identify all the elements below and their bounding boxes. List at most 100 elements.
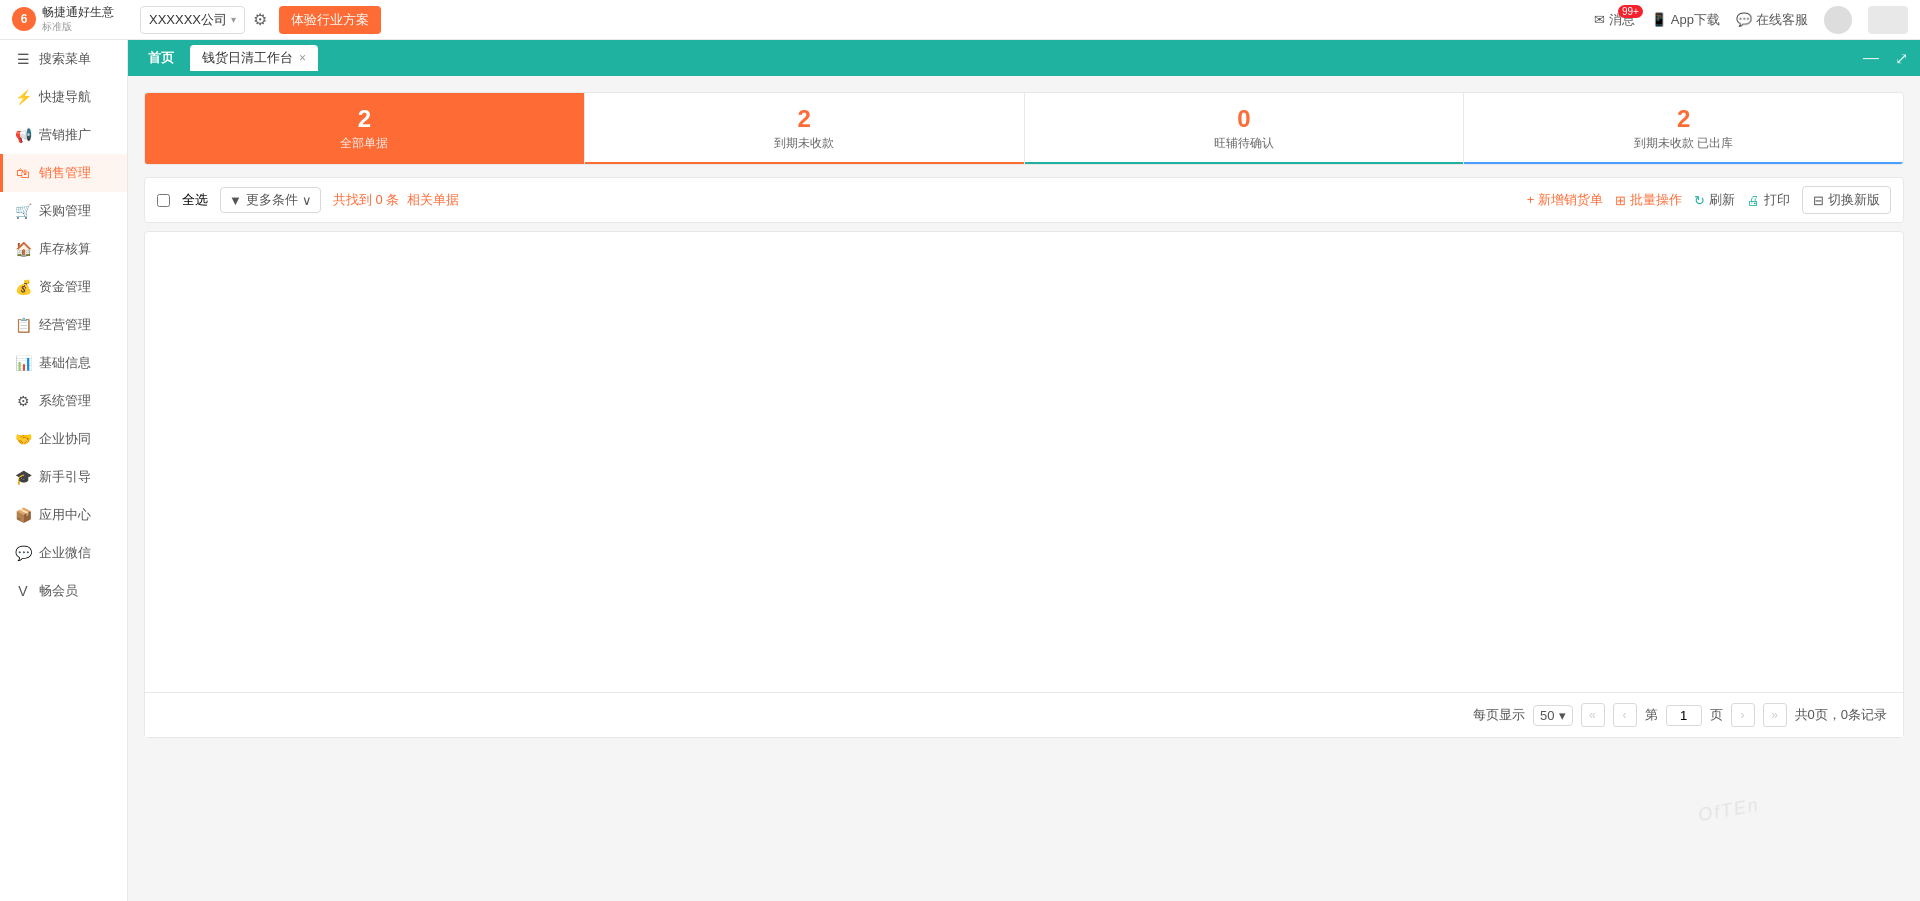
summary-cards: 2 全部单据 2 到期未收款 0 旺辅待确认 2 到期未收款 已出库: [144, 92, 1904, 165]
sidebar-item-14[interactable]: V 畅会员: [0, 572, 127, 610]
sidebar-icon-5: 🏠: [15, 241, 31, 257]
sidebar-item-7[interactable]: 📋 经营管理: [0, 306, 127, 344]
app-header: 6 畅捷通好生意 标准版 XXXXXX公司 ▾ ⚙ 体验行业方案 ✉ 消息 99…: [0, 0, 1920, 40]
sidebar-icon-10: 🤝: [15, 431, 31, 447]
card-count-3: 2: [1484, 105, 1883, 133]
sidebar-icon-3: 🛍: [15, 165, 31, 181]
summary-card-2[interactable]: 0 旺辅待确认: [1025, 93, 1465, 164]
sidebar-label-11: 新手引导: [39, 468, 91, 486]
card-count-1: 2: [605, 105, 1004, 133]
page-size-value: 50: [1540, 708, 1554, 723]
batch-icon: ⊞: [1615, 193, 1626, 208]
sidebar-item-13[interactable]: 💬 企业微信: [0, 534, 127, 572]
sidebar: ☰ 搜索菜单 ⚡ 快捷导航 📢 营销推广 🛍 销售管理 🛒 采购管理 🏠 库存核…: [0, 40, 128, 901]
sidebar-icon-8: 📊: [15, 355, 31, 371]
sidebar-icon-7: 📋: [15, 317, 31, 333]
online-service-button[interactable]: 💬 在线客服: [1736, 11, 1808, 29]
page-next-label: 页: [1710, 706, 1723, 724]
summary-card-3[interactable]: 2 到期未收款 已出库: [1464, 93, 1903, 164]
last-page-button[interactable]: »: [1763, 703, 1787, 727]
settings-icon[interactable]: ⚙: [253, 10, 267, 29]
related-docs-link[interactable]: 相关单据: [407, 192, 459, 207]
page-size-select[interactable]: 50 ▾: [1533, 705, 1572, 726]
prev-page-icon: ‹: [1623, 708, 1627, 722]
print-button[interactable]: 🖨 打印: [1747, 191, 1790, 209]
avatar[interactable]: [1824, 6, 1852, 34]
sidebar-label-1: 快捷导航: [39, 88, 91, 106]
sidebar-item-0[interactable]: ☰ 搜索菜单: [0, 40, 127, 78]
refresh-button[interactable]: ↻ 刷新: [1694, 191, 1735, 209]
download-icon: 📱: [1651, 12, 1667, 27]
tab-workbench[interactable]: 钱货日清工作台 ×: [190, 45, 318, 71]
card-label-1: 到期未收款: [605, 135, 1004, 152]
pagination: 每页显示 50 ▾ « ‹ 第 页 › » 共0页，0条记录: [145, 692, 1903, 737]
sidebar-item-6[interactable]: 💰 资金管理: [0, 268, 127, 306]
prev-page-button[interactable]: ‹: [1613, 703, 1637, 727]
print-label: 打印: [1764, 191, 1790, 209]
app-logo: 6 畅捷通好生意 标准版: [12, 5, 140, 33]
user-name-placeholder[interactable]: [1868, 6, 1908, 34]
sidebar-label-5: 库存核算: [39, 240, 91, 258]
sidebar-item-12[interactable]: 📦 应用中心: [0, 496, 127, 534]
last-page-icon: »: [1771, 708, 1778, 722]
select-all-checkbox[interactable]: [157, 194, 170, 207]
sidebar-item-10[interactable]: 🤝 企业协同: [0, 420, 127, 458]
print-icon: 🖨: [1747, 193, 1760, 208]
company-name: XXXXXX公司: [149, 11, 227, 29]
sidebar-item-4[interactable]: 🛒 采购管理: [0, 192, 127, 230]
sidebar-item-3[interactable]: 🛍 销售管理: [0, 154, 127, 192]
tab-maximize-icon[interactable]: ⤢: [1891, 47, 1912, 70]
first-page-button[interactable]: «: [1581, 703, 1605, 727]
logo-icon: 6: [12, 7, 36, 31]
sidebar-label-7: 经营管理: [39, 316, 91, 334]
app-download-label: App下载: [1671, 11, 1720, 29]
filter-icon: ▼: [229, 193, 242, 208]
app-download-button[interactable]: 📱 App下载: [1651, 11, 1720, 29]
app-version: 标准版: [42, 20, 114, 34]
sidebar-icon-6: 💰: [15, 279, 31, 295]
chevron-icon: ∨: [302, 193, 312, 208]
count-number: 0: [376, 192, 383, 207]
summary-card-1[interactable]: 2 到期未收款: [585, 93, 1025, 164]
add-sales-order-button[interactable]: + 新增销货单: [1527, 191, 1603, 209]
sidebar-label-10: 企业协同: [39, 430, 91, 448]
card-label-3: 到期未收款 已出库: [1484, 135, 1883, 152]
sidebar-label-6: 资金管理: [39, 278, 91, 296]
sidebar-label-2: 营销推广: [39, 126, 91, 144]
refresh-label: 刷新: [1709, 191, 1735, 209]
sidebar-label-13: 企业微信: [39, 544, 91, 562]
message-badge: 99+: [1618, 5, 1643, 18]
toolbar-left: 全选 ▼ 更多条件 ∨ 共找到 0 条 相关单据: [157, 187, 459, 213]
sidebar-item-8[interactable]: 📊 基础信息: [0, 344, 127, 382]
sidebar-label-3: 销售管理: [39, 164, 91, 182]
company-selector[interactable]: XXXXXX公司 ▾: [140, 6, 245, 34]
sidebar-icon-13: 💬: [15, 545, 31, 561]
trial-button[interactable]: 体验行业方案: [279, 6, 381, 34]
sidebar-item-9[interactable]: ⚙ 系统管理: [0, 382, 127, 420]
add-sales-order-label: + 新增销货单: [1527, 191, 1603, 209]
count-info: 共找到 0 条 相关单据: [333, 191, 459, 209]
online-service-label: 在线客服: [1756, 11, 1808, 29]
sidebar-item-5[interactable]: 🏠 库存核算: [0, 230, 127, 268]
sidebar-item-2[interactable]: 📢 营销推广: [0, 116, 127, 154]
sidebar-item-11[interactable]: 🎓 新手引导: [0, 458, 127, 496]
card-underline-3: [1464, 162, 1903, 164]
sidebar-item-1[interactable]: ⚡ 快捷导航: [0, 78, 127, 116]
toolbar: 全选 ▼ 更多条件 ∨ 共找到 0 条 相关单据 + 新增销货单 ⊞ 批量操作: [144, 177, 1904, 223]
page-number-input[interactable]: [1666, 705, 1702, 726]
batch-operation-button[interactable]: ⊞ 批量操作: [1615, 191, 1682, 209]
summary-card-0[interactable]: 2 全部单据: [145, 93, 585, 164]
message-icon: ✉: [1594, 12, 1605, 27]
switch-icon: ⊟: [1813, 193, 1824, 208]
next-page-button[interactable]: ›: [1731, 703, 1755, 727]
sidebar-label-8: 基础信息: [39, 354, 91, 372]
switch-version-button[interactable]: ⊟ 切换新版: [1802, 186, 1891, 214]
first-page-icon: «: [1589, 708, 1596, 722]
filter-button[interactable]: ▼ 更多条件 ∨: [220, 187, 321, 213]
tab-minimize-icon[interactable]: —: [1859, 47, 1883, 70]
sidebar-icon-4: 🛒: [15, 203, 31, 219]
message-button[interactable]: ✉ 消息 99+: [1594, 11, 1635, 29]
tab-close-icon[interactable]: ×: [299, 51, 306, 65]
tab-home[interactable]: 首页: [136, 45, 186, 71]
page-size-arrow: ▾: [1559, 708, 1566, 723]
